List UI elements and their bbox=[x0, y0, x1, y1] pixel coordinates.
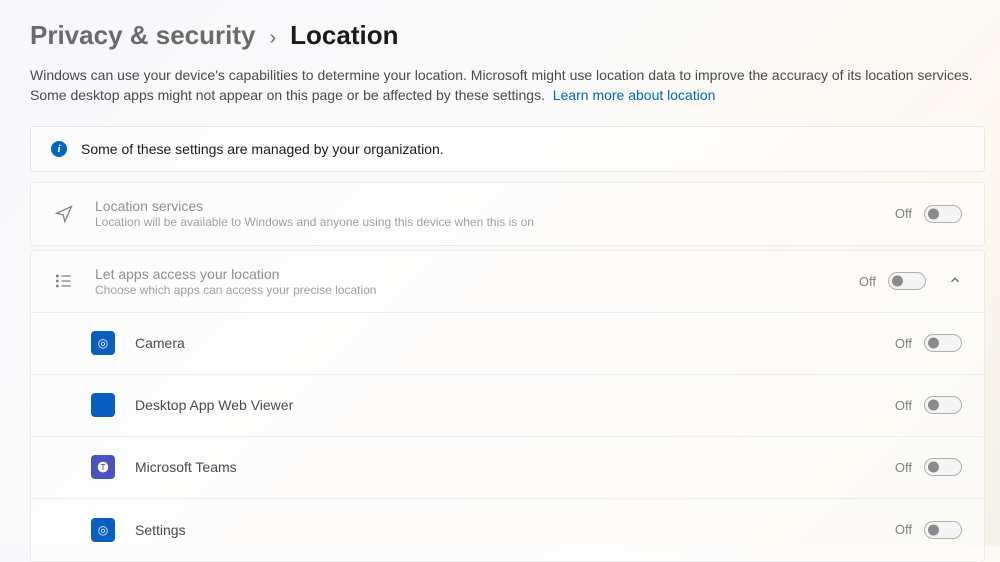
app-access-row[interactable]: Let apps access your location Choose whi… bbox=[31, 251, 984, 313]
app-name: Settings bbox=[135, 522, 875, 538]
app-state: Off bbox=[895, 398, 912, 413]
app-toggle[interactable] bbox=[924, 334, 962, 352]
app-icon bbox=[91, 393, 115, 417]
location-services-toggle[interactable] bbox=[924, 205, 962, 223]
app-access-title: Let apps access your location bbox=[95, 266, 839, 282]
breadcrumb-parent[interactable]: Privacy & security bbox=[30, 20, 255, 51]
page-description: Windows can use your device's capabiliti… bbox=[30, 65, 980, 106]
org-managed-text: Some of these settings are managed by yo… bbox=[81, 141, 444, 157]
app-icon bbox=[91, 455, 115, 479]
location-services-title: Location services bbox=[95, 198, 875, 214]
app-row: Desktop App Web Viewer Off bbox=[31, 375, 984, 437]
location-services-subtitle: Location will be available to Windows an… bbox=[95, 215, 875, 229]
app-name: Desktop App Web Viewer bbox=[135, 397, 875, 413]
app-toggle[interactable] bbox=[924, 521, 962, 539]
info-icon: i bbox=[51, 141, 67, 157]
breadcrumb: Privacy & security › Location bbox=[30, 20, 985, 51]
breadcrumb-separator: › bbox=[269, 27, 276, 50]
app-row: Settings Off bbox=[31, 499, 984, 561]
list-icon bbox=[53, 270, 75, 292]
app-icon bbox=[91, 518, 115, 542]
app-row: Microsoft Teams Off bbox=[31, 437, 984, 499]
app-icon bbox=[91, 331, 115, 355]
app-state: Off bbox=[895, 460, 912, 475]
location-arrow-icon bbox=[53, 203, 75, 225]
app-name: Camera bbox=[135, 335, 875, 351]
page-title: Location bbox=[290, 20, 398, 51]
learn-more-link[interactable]: Learn more about location bbox=[553, 87, 716, 103]
app-access-toggle[interactable] bbox=[888, 272, 926, 290]
app-row: Camera Off bbox=[31, 313, 984, 375]
app-state: Off bbox=[895, 522, 912, 537]
location-services-row: Location services Location will be avail… bbox=[31, 183, 984, 245]
app-toggle[interactable] bbox=[924, 458, 962, 476]
app-access-state: Off bbox=[859, 274, 876, 289]
location-services-card: Location services Location will be avail… bbox=[30, 182, 985, 246]
description-text: Windows can use your device's capabiliti… bbox=[30, 67, 973, 103]
location-services-state: Off bbox=[895, 206, 912, 221]
app-access-subtitle: Choose which apps can access your precis… bbox=[95, 283, 839, 297]
app-toggle[interactable] bbox=[924, 396, 962, 414]
app-name: Microsoft Teams bbox=[135, 459, 875, 475]
app-state: Off bbox=[895, 336, 912, 351]
chevron-up-icon[interactable] bbox=[948, 273, 962, 290]
org-managed-banner: i Some of these settings are managed by … bbox=[30, 126, 985, 172]
app-access-card: Let apps access your location Choose whi… bbox=[30, 250, 985, 562]
